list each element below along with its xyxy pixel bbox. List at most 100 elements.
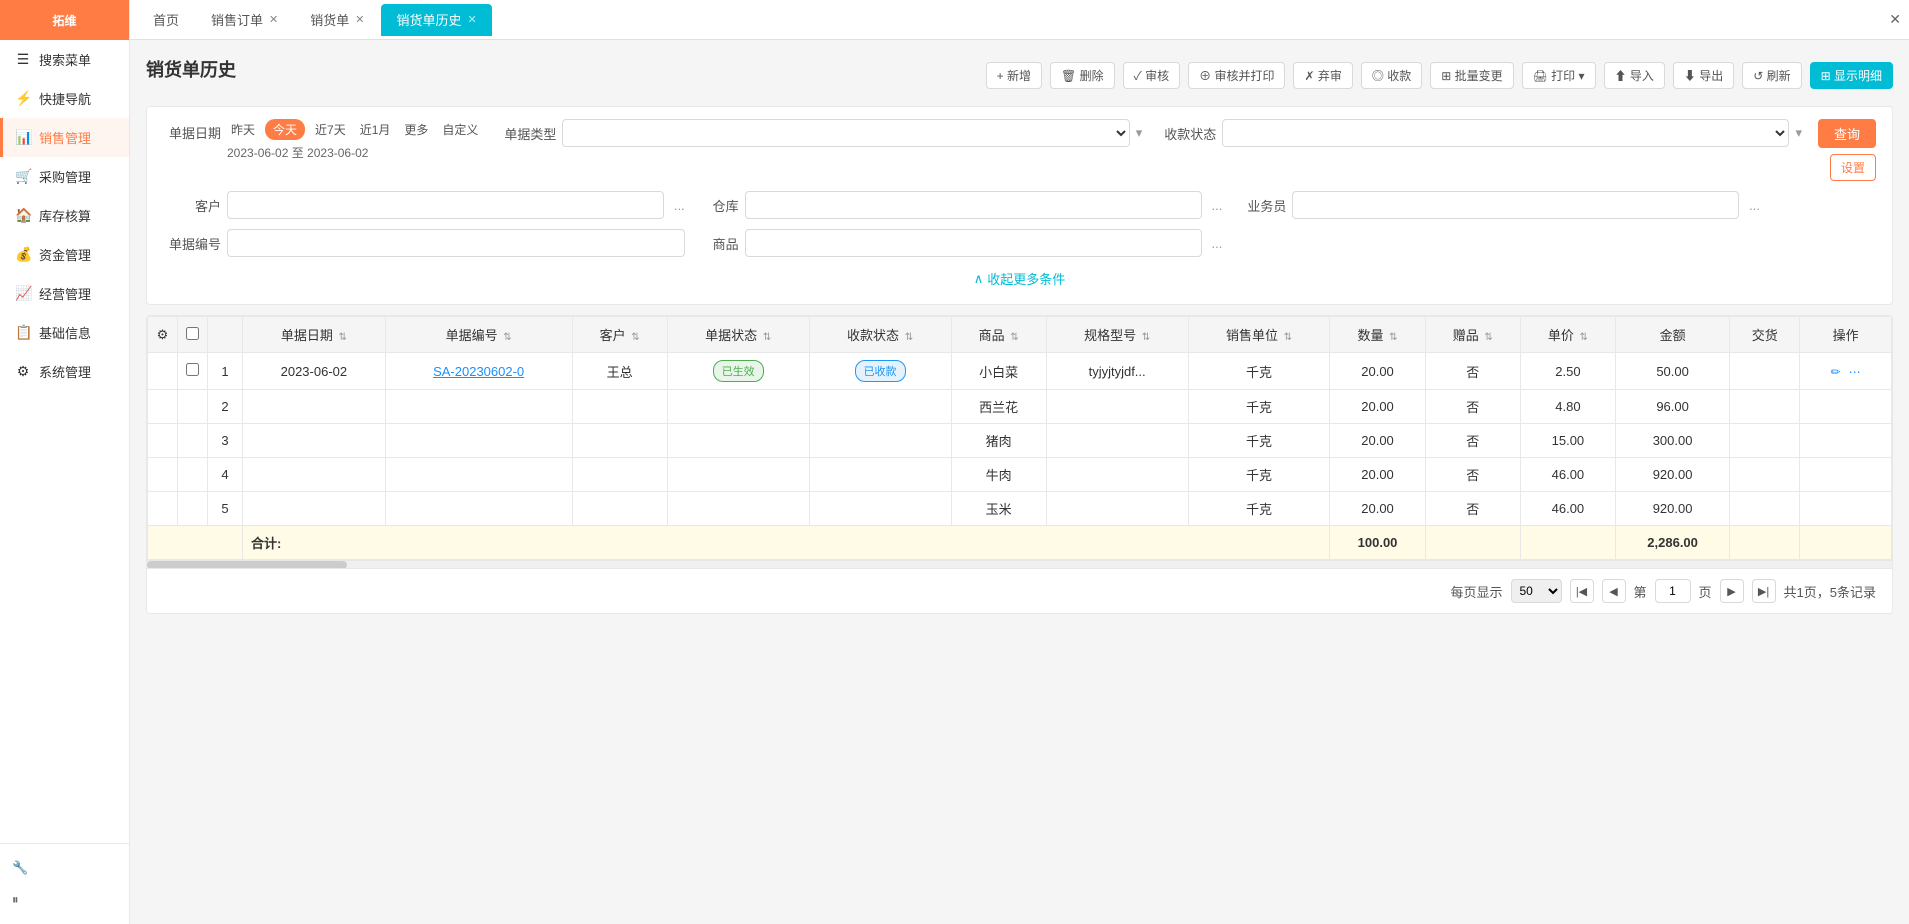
doc-type-select[interactable] xyxy=(562,119,1129,147)
col-customer[interactable]: 客户 ⇅ xyxy=(572,317,667,353)
row-actions[interactable] xyxy=(1800,492,1892,526)
tab-sales-history[interactable]: 销货单历史 ✕ xyxy=(381,4,491,36)
row-doc-no[interactable] xyxy=(385,492,572,526)
delete-button[interactable]: 🗑 删除 xyxy=(1050,62,1115,89)
row-checkbox-cell[interactable] xyxy=(178,390,208,424)
date-shortcut-today[interactable]: 今天 xyxy=(265,119,305,140)
next-page-button[interactable]: ▶ xyxy=(1720,579,1744,603)
warehouse-dots-icon[interactable]: ... xyxy=(1212,198,1223,213)
customer-dots-icon[interactable]: ... xyxy=(674,198,685,213)
col-checkbox[interactable] xyxy=(178,317,208,353)
row-checkbox-cell[interactable] xyxy=(178,424,208,458)
row-checkbox-cell[interactable] xyxy=(178,353,208,390)
date-shortcut-yesterday[interactable]: 昨天 xyxy=(227,119,259,140)
col-doc-date[interactable]: 单据日期 ⇅ xyxy=(243,317,386,353)
summary-unit-price xyxy=(1520,526,1615,560)
col-doc-status[interactable]: 单据状态 ⇅ xyxy=(667,317,809,353)
row-doc-no[interactable] xyxy=(385,458,572,492)
collect-button[interactable]: ◎ 收款 xyxy=(1361,62,1422,89)
first-page-button[interactable]: |◀ xyxy=(1570,579,1594,603)
batch-change-button[interactable]: ⊞ 批量变更 xyxy=(1430,62,1513,89)
goods-input[interactable] xyxy=(745,229,1202,257)
doc-no-input[interactable] xyxy=(227,229,685,257)
warehouse-input[interactable] xyxy=(745,191,1202,219)
horizontal-scrollbar[interactable] xyxy=(147,560,1892,568)
sidebar-item-finance[interactable]: 💰 资金管理 xyxy=(0,235,129,274)
sidebar-item-basic-info[interactable]: 📋 基础信息 xyxy=(0,313,129,352)
tab-bar-close-all[interactable]: ✕ xyxy=(1889,11,1901,28)
tab-sales-delivery[interactable]: 销货单 ✕ xyxy=(295,4,379,36)
pay-status-select[interactable] xyxy=(1222,119,1789,147)
tab-sales-history-close[interactable]: ✕ xyxy=(468,13,477,26)
col-gear[interactable]: ⚙ xyxy=(148,317,178,353)
row-actions[interactable]: ✏⋯ xyxy=(1800,353,1892,390)
tab-sales-order-close[interactable]: ✕ xyxy=(269,13,278,26)
date-shortcut-7days[interactable]: 近7天 xyxy=(311,119,350,140)
sidebar-item-inventory[interactable]: 🏠 库存核算 xyxy=(0,196,129,235)
page-input[interactable] xyxy=(1655,579,1691,603)
row-qty: 20.00 xyxy=(1330,424,1425,458)
sidebar-item-sales-mgmt[interactable]: 📊 销售管理 xyxy=(0,118,129,157)
row-doc-no[interactable]: SA-20230602-0 xyxy=(385,353,572,390)
edit-action[interactable]: ✏ xyxy=(1827,365,1845,379)
doc-type-label: 单据类型 xyxy=(498,124,556,143)
col-pay-status[interactable]: 收款状态 ⇅ xyxy=(809,317,951,353)
sidebar-item-operations[interactable]: 📈 经营管理 xyxy=(0,274,129,313)
audit-print-button[interactable]: ⊕ 审核并打印 xyxy=(1188,62,1285,89)
col-gift[interactable]: 赠品 ⇅ xyxy=(1425,317,1520,353)
sidebar-item-system[interactable]: ⚙ 系统管理 xyxy=(0,352,129,391)
date-shortcut-more[interactable]: 更多 xyxy=(400,119,432,140)
query-button[interactable]: 查询 xyxy=(1818,119,1876,148)
row-checkbox-cell[interactable] xyxy=(178,492,208,526)
salesperson-input[interactable] xyxy=(1292,191,1739,219)
doc-no-link[interactable]: SA-20230602-0 xyxy=(433,364,524,379)
collapse-label: 收起更多条件 xyxy=(987,269,1065,288)
goods-dots-icon[interactable]: ... xyxy=(1212,236,1223,251)
col-spec[interactable]: 规格型号 ⇅ xyxy=(1046,317,1188,353)
last-page-button[interactable]: ▶| xyxy=(1752,579,1776,603)
col-unit-price[interactable]: 单价 ⇅ xyxy=(1520,317,1615,353)
sidebar-item-purchase-mgmt[interactable]: 🛒 采购管理 xyxy=(0,157,129,196)
salesperson-dots-icon[interactable]: ... xyxy=(1749,198,1760,213)
settings-button[interactable]: 设置 xyxy=(1830,154,1876,181)
row-trade xyxy=(1730,390,1800,424)
export-button[interactable]: ⬇ 导出 xyxy=(1673,62,1734,89)
col-doc-no[interactable]: 单据编号 ⇅ xyxy=(385,317,572,353)
sidebar-bottom-pause[interactable]: ⏸ xyxy=(0,884,129,916)
row-actions[interactable] xyxy=(1800,458,1892,492)
tab-sales-delivery-close[interactable]: ✕ xyxy=(355,13,364,26)
col-goods[interactable]: 商品 ⇅ xyxy=(951,317,1046,353)
row-checkbox-cell[interactable] xyxy=(178,458,208,492)
row-seq: 2 xyxy=(208,390,243,424)
per-page-select[interactable]: 50 100 200 xyxy=(1511,579,1562,603)
prev-page-button[interactable]: ◀ xyxy=(1602,579,1626,603)
show-details-button[interactable]: ⊞ 显示明细 xyxy=(1810,62,1893,89)
sidebar-bottom-settings[interactable]: 🔧 xyxy=(0,852,129,884)
import-button[interactable]: ⬆ 导入 xyxy=(1604,62,1665,89)
row-amount: 920.00 xyxy=(1616,458,1730,492)
abandon-button[interactable]: ✗ 弃审 xyxy=(1293,62,1352,89)
date-shortcut-1month[interactable]: 近1月 xyxy=(356,119,395,140)
col-qty[interactable]: 数量 ⇅ xyxy=(1330,317,1425,353)
more-action[interactable]: ⋯ xyxy=(1845,365,1865,379)
col-unit[interactable]: 销售单位 ⇅ xyxy=(1188,317,1330,353)
refresh-button[interactable]: ↺ 刷新 xyxy=(1742,62,1801,89)
sidebar-item-search-menu[interactable]: ☰ 搜索菜单 xyxy=(0,40,129,79)
audit-button[interactable]: ✓ 审核 xyxy=(1123,62,1181,89)
select-all-checkbox[interactable] xyxy=(186,327,199,340)
page-suffix: 页 xyxy=(1699,582,1712,601)
sidebar-item-quick-nav[interactable]: ⚡ 快捷导航 xyxy=(0,79,129,118)
date-shortcut-custom[interactable]: 自定义 xyxy=(438,119,482,140)
row-doc-no[interactable] xyxy=(385,390,572,424)
customer-input[interactable] xyxy=(227,191,664,219)
row-actions[interactable] xyxy=(1800,424,1892,458)
row-doc-no[interactable] xyxy=(385,424,572,458)
row-actions[interactable] xyxy=(1800,390,1892,424)
print-button[interactable]: 🖨 打印 ▾ xyxy=(1522,62,1596,89)
tab-home[interactable]: 首页 xyxy=(138,4,194,36)
row-checkbox[interactable] xyxy=(186,363,199,376)
sidebar-logo: 拓维 xyxy=(0,0,129,40)
collapse-button[interactable]: ∧ 收起更多条件 xyxy=(970,265,1070,292)
tab-sales-order[interactable]: 销售订单 ✕ xyxy=(196,4,293,36)
new-button[interactable]: + 新增 xyxy=(986,62,1042,89)
